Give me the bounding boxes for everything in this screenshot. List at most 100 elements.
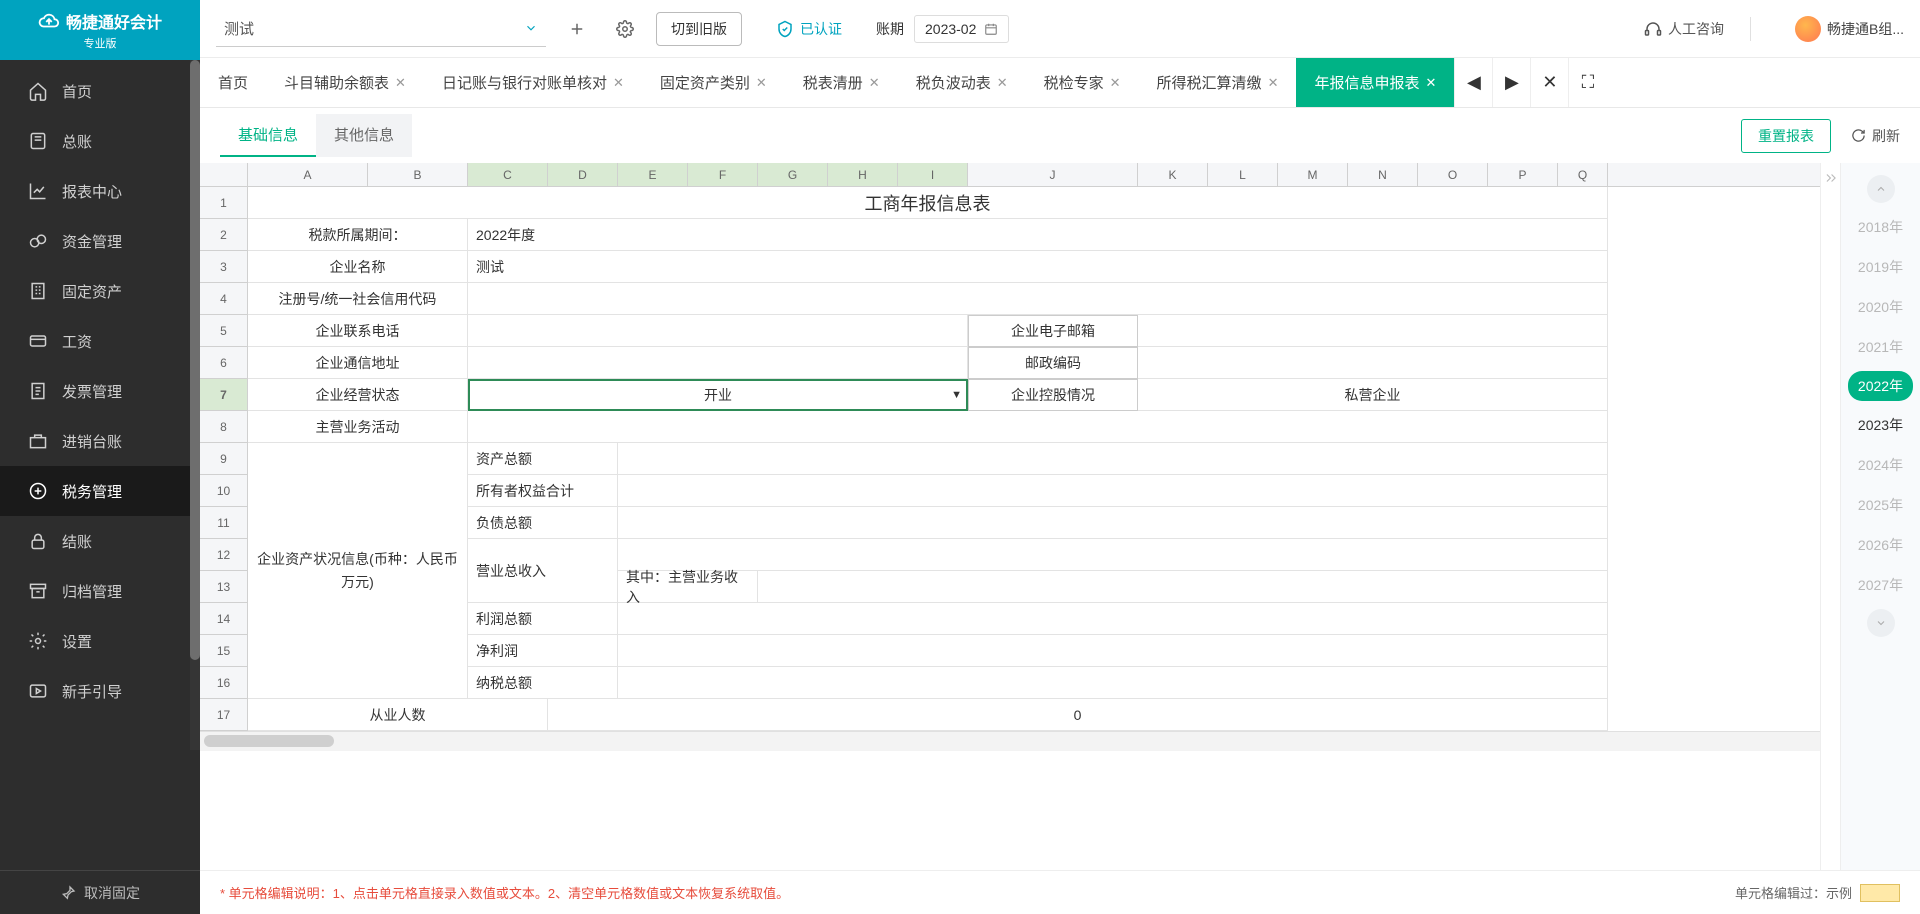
row-header-13[interactable]: 13 — [200, 571, 248, 603]
business-status-select[interactable]: 开业▼ — [468, 379, 968, 411]
period-value[interactable]: 2022年度 — [468, 219, 1608, 251]
tab-8[interactable]: 年报信息申报表✕ — [1296, 58, 1454, 107]
row-header-17[interactable]: 17 — [200, 699, 248, 731]
reset-button[interactable]: 重置报表 — [1741, 119, 1831, 153]
col-header-C[interactable]: C — [468, 163, 548, 186]
row-header-10[interactable]: 10 — [200, 475, 248, 507]
subtab-0[interactable]: 基础信息 — [220, 114, 316, 157]
row-header-9[interactable]: 9 — [200, 443, 248, 475]
sidebar-item-9[interactable]: 结账 — [0, 516, 200, 566]
col-header-B[interactable]: B — [368, 163, 468, 186]
row-header-15[interactable]: 15 — [200, 635, 248, 667]
sidebar-item-7[interactable]: 进销台账 — [0, 416, 200, 466]
year-2019年[interactable]: 2019年 — [1858, 251, 1903, 283]
col-header-I[interactable]: I — [898, 163, 968, 186]
tabs-fullscreen[interactable]: ⛶ — [1568, 58, 1606, 107]
row-header-12[interactable]: 12 — [200, 539, 248, 571]
row-header-5[interactable]: 5 — [200, 315, 248, 347]
cell[interactable] — [468, 347, 968, 379]
cell[interactable]: 测试 — [468, 251, 1608, 283]
add-button[interactable] — [560, 12, 594, 46]
row-header-2[interactable]: 2 — [200, 219, 248, 251]
spreadsheet[interactable]: ABCDEFGHIJKLMNOPQ 1工商年报信息表2税款所属期间：2022年度… — [200, 163, 1820, 870]
row-header-14[interactable]: 14 — [200, 603, 248, 635]
help-button[interactable]: 人工咨询 — [1644, 19, 1724, 39]
sidebar-scrollbar[interactable] — [190, 60, 200, 750]
tab-2[interactable]: 日记账与银行对账单核对✕ — [424, 58, 642, 107]
year-2027年[interactable]: 2027年 — [1858, 569, 1903, 601]
col-header-D[interactable]: D — [548, 163, 618, 186]
horizontal-scrollbar[interactable] — [200, 731, 1820, 751]
year-2023年[interactable]: 2023年 — [1858, 409, 1903, 441]
tab-4[interactable]: 税表清册✕ — [785, 58, 898, 107]
unpin-button[interactable]: 取消固定 — [0, 870, 200, 914]
year-down[interactable] — [1867, 609, 1895, 637]
col-header-O[interactable]: O — [1418, 163, 1488, 186]
row-header-1[interactable]: 1 — [200, 187, 248, 219]
col-header-P[interactable]: P — [1488, 163, 1558, 186]
close-icon[interactable]: ✕ — [1268, 75, 1279, 91]
close-icon[interactable]: ✕ — [869, 75, 880, 91]
sidebar-item-4[interactable]: 固定资产 — [0, 266, 200, 316]
sidebar-item-6[interactable]: 发票管理 — [0, 366, 200, 416]
tab-7[interactable]: 所得税汇算清缴✕ — [1139, 58, 1297, 107]
col-header-F[interactable]: F — [688, 163, 758, 186]
close-icon[interactable]: ✕ — [756, 75, 767, 91]
close-icon[interactable]: ✕ — [997, 75, 1008, 91]
year-2024年[interactable]: 2024年 — [1858, 449, 1903, 481]
company-selector[interactable]: 测试 — [216, 11, 546, 47]
tab-6[interactable]: 税检专家✕ — [1026, 58, 1139, 107]
refresh-button[interactable]: 刷新 — [1851, 126, 1900, 146]
col-header-J[interactable]: J — [968, 163, 1138, 186]
cell[interactable] — [468, 283, 1608, 315]
sidebar-item-11[interactable]: 设置 — [0, 616, 200, 666]
tab-5[interactable]: 税负波动表✕ — [898, 58, 1026, 107]
sidebar-item-12[interactable]: 新手引导 — [0, 666, 200, 716]
col-header-G[interactable]: G — [758, 163, 828, 186]
col-header-E[interactable]: E — [618, 163, 688, 186]
row-header-6[interactable]: 6 — [200, 347, 248, 379]
period-picker[interactable]: 2023-02 — [914, 15, 1009, 43]
cell[interactable] — [1138, 347, 1608, 379]
tab-1[interactable]: 斗目辅助余额表✕ — [266, 58, 424, 107]
cell[interactable]: 0 — [548, 699, 1608, 731]
tab-0[interactable]: 首页 — [200, 58, 266, 107]
old-version-button[interactable]: 切到旧版 — [656, 12, 742, 46]
tabs-prev[interactable]: ◀ — [1454, 58, 1492, 107]
col-header-L[interactable]: L — [1208, 163, 1278, 186]
col-header-H[interactable]: H — [828, 163, 898, 186]
row-header-11[interactable]: 11 — [200, 507, 248, 539]
sidebar-item-10[interactable]: 归档管理 — [0, 566, 200, 616]
year-2020年[interactable]: 2020年 — [1858, 291, 1903, 323]
sidebar-item-1[interactable]: 总账 — [0, 116, 200, 166]
tab-3[interactable]: 固定资产类别✕ — [642, 58, 785, 107]
close-icon[interactable]: ✕ — [613, 75, 624, 91]
col-header-M[interactable]: M — [1278, 163, 1348, 186]
row-header-7[interactable]: 7 — [200, 379, 248, 411]
cell[interactable] — [1138, 315, 1608, 347]
subtab-1[interactable]: 其他信息 — [316, 114, 412, 157]
row-header-8[interactable]: 8 — [200, 411, 248, 443]
row-header-4[interactable]: 4 — [200, 283, 248, 315]
tabs-next[interactable]: ▶ — [1492, 58, 1530, 107]
close-icon[interactable]: ✕ — [395, 75, 406, 91]
sidebar-item-3[interactable]: 资金管理 — [0, 216, 200, 266]
cell[interactable] — [468, 315, 968, 347]
close-icon[interactable]: ✕ — [1110, 75, 1121, 91]
cell[interactable]: 私营企业 — [1138, 379, 1608, 411]
tabs-close-all[interactable]: ✕ — [1530, 58, 1568, 107]
cell[interactable] — [468, 411, 1608, 443]
year-2018年[interactable]: 2018年 — [1858, 211, 1903, 243]
year-2026年[interactable]: 2026年 — [1858, 529, 1903, 561]
sidebar-item-0[interactable]: 首页 — [0, 66, 200, 116]
user-menu[interactable]: 畅捷通B组... — [1795, 16, 1904, 42]
settings-button[interactable] — [608, 12, 642, 46]
row-header-3[interactable]: 3 — [200, 251, 248, 283]
year-up[interactable] — [1867, 175, 1895, 203]
sidebar-item-2[interactable]: 报表中心 — [0, 166, 200, 216]
col-header-Q[interactable]: Q — [1558, 163, 1608, 186]
collapse-yearbar[interactable] — [1820, 163, 1840, 870]
close-icon[interactable]: ✕ — [1425, 75, 1436, 91]
row-header-16[interactable]: 16 — [200, 667, 248, 699]
year-2021年[interactable]: 2021年 — [1858, 331, 1903, 363]
